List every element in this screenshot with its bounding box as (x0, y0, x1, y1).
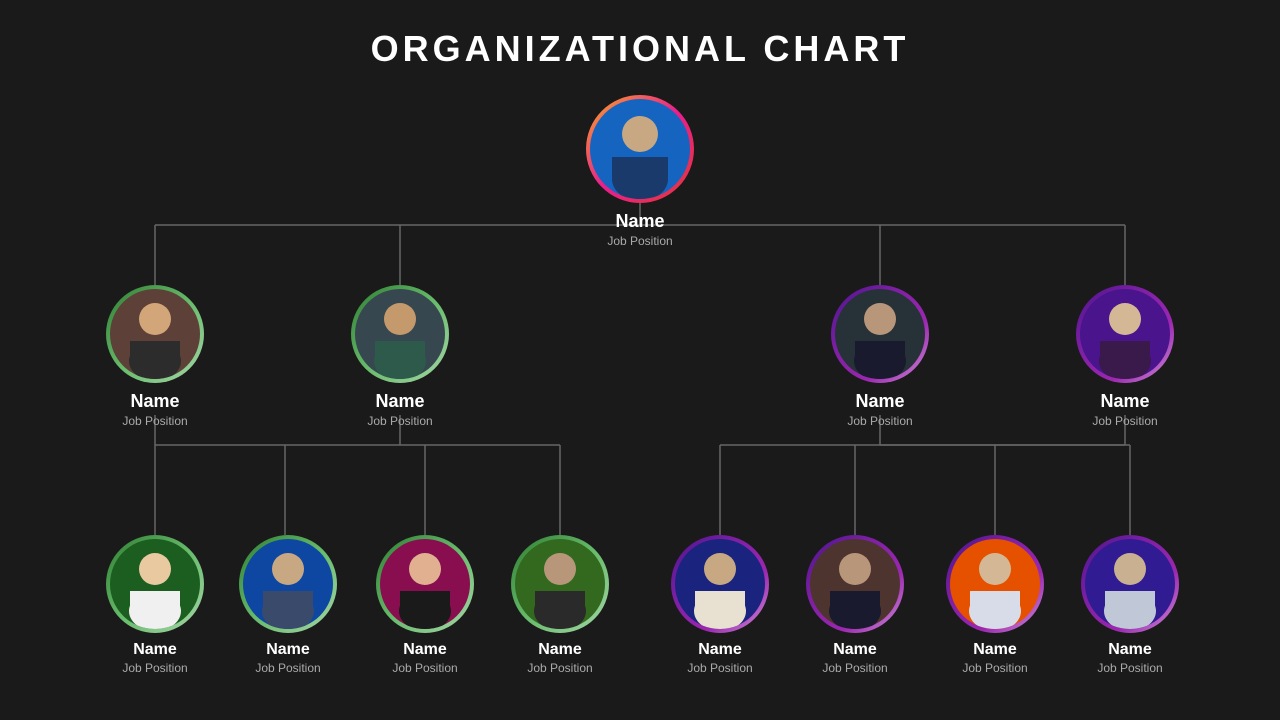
avatar-ring-l2n7 (946, 535, 1044, 633)
chart-container: Name Job Position Name Job Position (0, 80, 1280, 720)
avatar-ring-l1n2 (351, 285, 449, 383)
node-l2n6-name: Name (833, 641, 877, 659)
avatar-l1n2 (355, 289, 445, 379)
node-l2n8: Name Job Position (1070, 535, 1190, 675)
node-l2n2: Name Job Position (228, 535, 348, 675)
avatar-l2n5 (675, 539, 765, 629)
node-l1n3-name: Name (855, 391, 904, 412)
avatar-ring-root (586, 95, 694, 203)
node-l1n2-position: Job Position (367, 414, 432, 428)
node-l1n3-position: Job Position (847, 414, 912, 428)
avatar-ring-l2n5 (671, 535, 769, 633)
avatar-ring-l2n1 (106, 535, 204, 633)
avatar-l2n7 (950, 539, 1040, 629)
node-l2n5: Name Job Position (660, 535, 780, 675)
avatar-ring-l2n2 (239, 535, 337, 633)
node-l2n1-position: Job Position (122, 661, 187, 675)
node-l2n7-position: Job Position (962, 661, 1027, 675)
node-l2n3: Name Job Position (365, 535, 485, 675)
node-l2n2-position: Job Position (255, 661, 320, 675)
node-l2n2-name: Name (266, 641, 310, 659)
node-l1n2: Name Job Position (340, 285, 460, 428)
node-l1n1: Name Job Position (95, 285, 215, 428)
page-title: ORGANIZATIONAL CHART (0, 0, 1280, 80)
node-l2n6-position: Job Position (822, 661, 887, 675)
node-l1n1-name: Name (130, 391, 179, 412)
avatar-ring-l2n4 (511, 535, 609, 633)
node-l2n5-name: Name (698, 641, 742, 659)
avatar-l2n4 (515, 539, 605, 629)
avatar-l2n3 (380, 539, 470, 629)
node-l2n1-name: Name (133, 641, 177, 659)
avatar-root (590, 99, 690, 199)
node-root-position: Job Position (607, 234, 672, 248)
avatar-l2n8 (1085, 539, 1175, 629)
node-l2n3-position: Job Position (392, 661, 457, 675)
node-l1n2-name: Name (375, 391, 424, 412)
node-l1n1-position: Job Position (122, 414, 187, 428)
avatar-l2n1 (110, 539, 200, 629)
node-l2n4: Name Job Position (500, 535, 620, 675)
node-l2n8-position: Job Position (1097, 661, 1162, 675)
node-l1n4-name: Name (1100, 391, 1149, 412)
avatar-ring-l1n1 (106, 285, 204, 383)
node-l2n1: Name Job Position (95, 535, 215, 675)
node-root: Name Job Position (580, 95, 700, 248)
node-l2n7-name: Name (973, 641, 1017, 659)
avatar-l2n6 (810, 539, 900, 629)
avatar-ring-l1n4 (1076, 285, 1174, 383)
node-l1n3: Name Job Position (820, 285, 940, 428)
node-l2n4-name: Name (538, 641, 582, 659)
node-l2n7: Name Job Position (935, 535, 1055, 675)
avatar-ring-l2n3 (376, 535, 474, 633)
node-l2n8-name: Name (1108, 641, 1152, 659)
avatar-ring-l2n6 (806, 535, 904, 633)
avatar-l1n4 (1080, 289, 1170, 379)
node-l2n5-position: Job Position (687, 661, 752, 675)
node-l2n3-name: Name (403, 641, 447, 659)
node-l1n4-position: Job Position (1092, 414, 1157, 428)
avatar-ring-l1n3 (831, 285, 929, 383)
node-root-name: Name (615, 211, 664, 232)
avatar-l2n2 (243, 539, 333, 629)
avatar-ring-l2n8 (1081, 535, 1179, 633)
node-l2n4-position: Job Position (527, 661, 592, 675)
node-l2n6: Name Job Position (795, 535, 915, 675)
avatar-l1n3 (835, 289, 925, 379)
node-l1n4: Name Job Position (1065, 285, 1185, 428)
avatar-l1n1 (110, 289, 200, 379)
